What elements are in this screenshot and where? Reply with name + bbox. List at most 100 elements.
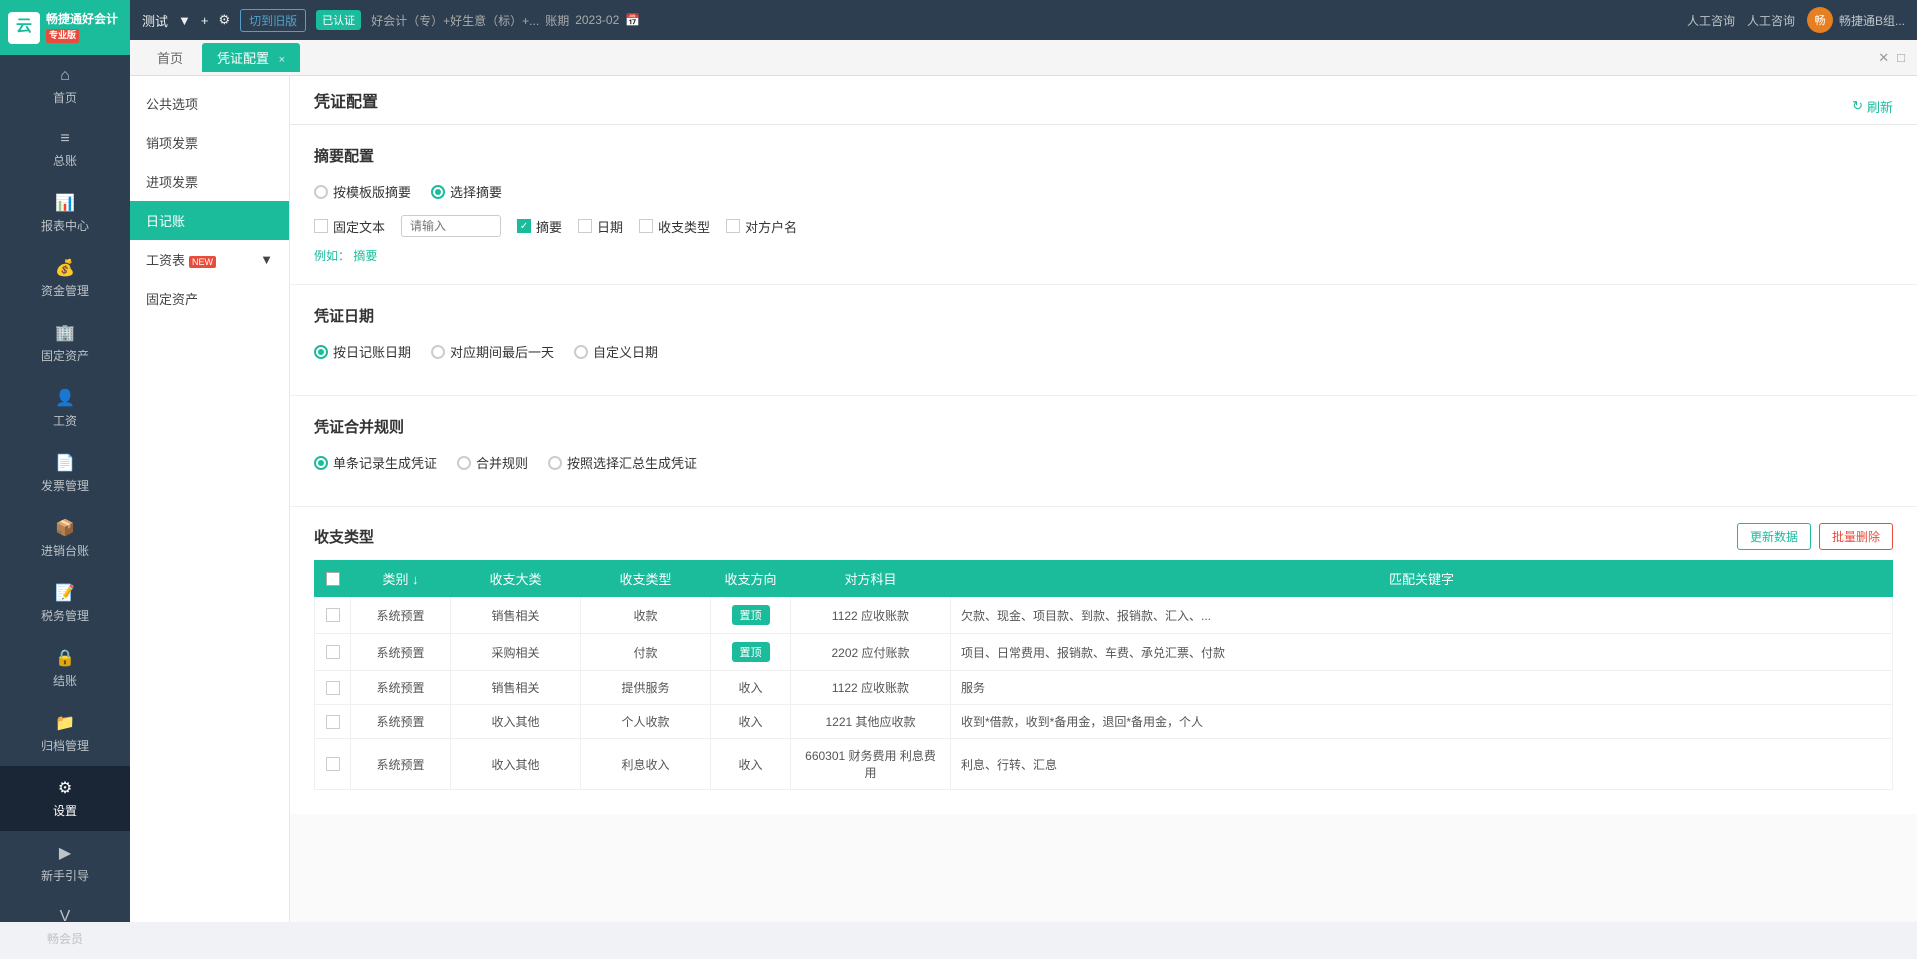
row-account-2: 1122 应收账款 <box>791 671 951 705</box>
sidebar-item-close[interactable]: 🔒 结账 <box>0 636 130 701</box>
sidebar-item-settings[interactable]: ⚙ 设置 <box>0 766 130 831</box>
calendar-icon[interactable]: 📅 <box>625 13 640 27</box>
topbar-arrow-icon[interactable]: ▼ <box>178 13 191 28</box>
topbar-plus-icon[interactable]: + <box>201 13 209 28</box>
sidebar-item-payroll[interactable]: 👤 工资 <box>0 376 130 441</box>
income-expense-section: 收支类型 更新数据 批量删除 类别 ↓ 收支大类 <box>290 507 1917 814</box>
member-icon: V <box>60 908 71 926</box>
consult-btn[interactable]: 人工咨询 <box>1687 12 1735 29</box>
th-direction: 收支方向 <box>711 561 791 597</box>
th-keywords: 匹配关键字 <box>951 561 1893 597</box>
radio-template-btn[interactable] <box>314 185 328 199</box>
radio-summary-gen-btn[interactable] <box>548 456 562 470</box>
reports-icon: 📊 <box>55 193 75 213</box>
assets-icon: 🏢 <box>55 323 75 343</box>
row-big-type-3: 收入其他 <box>451 705 581 739</box>
row-keywords-0: 欠款、现金、项目款、到款、报销款、汇入、... <box>951 597 1893 634</box>
radio-single[interactable]: 单条记录生成凭证 <box>314 453 437 472</box>
right-content: 凭证配置 ↻ 刷新 摘要配置 按模板版摘要 选择摘要 <box>290 76 1917 922</box>
sidebar-item-assets[interactable]: 🏢 固定资产 <box>0 311 130 376</box>
date-checkbox-label[interactable]: 日期 <box>578 217 623 236</box>
summary-checkbox[interactable]: ✓ <box>517 219 531 233</box>
ledger-icon: ≡ <box>60 130 69 148</box>
row-check-2[interactable] <box>315 671 351 705</box>
expand-icon: ▼ <box>260 252 273 267</box>
table-row: 系统预置 收入其他 利息收入 收入 660301 财务费用 利息费用 利息、行转… <box>315 739 1893 790</box>
left-panel-item-sales-invoice[interactable]: 销项发票 <box>130 123 289 162</box>
radio-select-btn[interactable] <box>431 185 445 199</box>
payment-type-checkbox[interactable] <box>639 219 653 233</box>
topbar-title: 测试 <box>142 11 168 30</box>
voucher-date-radio-group: 按日记账日期 对应期间最后一天 自定义日期 <box>314 342 1893 361</box>
guide-icon: ▶ <box>59 843 71 863</box>
summary-checkbox-row: 固定文本 ✓ 摘要 日期 收支类型 <box>314 215 1893 237</box>
archive-icon: 📁 <box>55 713 75 733</box>
row-detail-type-3: 个人收款 <box>581 705 711 739</box>
left-panel-item-payroll-table[interactable]: 工资表NEW ▼ <box>130 240 289 279</box>
tab-voucher-config[interactable]: 凭证配置 × <box>202 43 300 72</box>
direction-tag-0[interactable]: 置顶 <box>732 605 770 625</box>
radio-journal-date[interactable]: 按日记账日期 <box>314 342 411 361</box>
payment-type-checkbox-label[interactable]: 收支类型 <box>639 217 710 236</box>
radio-merge-btn[interactable] <box>457 456 471 470</box>
sidebar-item-purchase[interactable]: 📦 进销台账 <box>0 506 130 571</box>
tab-close-icon[interactable]: × <box>279 54 285 66</box>
update-data-btn[interactable]: 更新数据 <box>1737 523 1811 550</box>
invoice-icon: 📄 <box>55 453 75 473</box>
sidebar-item-invoice[interactable]: 📄 发票管理 <box>0 441 130 506</box>
batch-delete-btn[interactable]: 批量删除 <box>1819 523 1893 550</box>
row-check-3[interactable] <box>315 705 351 739</box>
radio-custom-date[interactable]: 自定义日期 <box>574 342 658 361</box>
row-keywords-1: 项目、日常费用、报销款、车费、承兑汇票、付款 <box>951 634 1893 671</box>
summary-checkbox-label[interactable]: ✓ 摘要 <box>517 217 562 236</box>
sidebar-item-ledger[interactable]: ≡ 总账 <box>0 118 130 181</box>
refresh-btn[interactable]: ↻ 刷新 <box>1852 97 1893 116</box>
radio-merge[interactable]: 合并规则 <box>457 453 528 472</box>
sidebar-item-reports[interactable]: 📊 报表中心 <box>0 181 130 246</box>
left-panel-item-fixed-assets[interactable]: 固定资产 <box>130 279 289 318</box>
sidebar-item-funds[interactable]: 💰 资金管理 <box>0 246 130 311</box>
fixed-text-checkbox[interactable] <box>314 219 328 233</box>
voucher-date-section: 凭证日期 按日记账日期 对应期间最后一天 自定义日期 <box>290 285 1917 396</box>
sidebar-item-guide[interactable]: ▶ 新手引导 <box>0 831 130 896</box>
window-close-icon[interactable]: ✕ <box>1878 50 1889 66</box>
switch-old-btn[interactable]: 切到旧版 <box>240 9 306 32</box>
table-row: 系统预置 销售相关 收款 置顶 1122 应收账款 欠款、现金、项目款、到款、报… <box>315 597 1893 634</box>
counterpart-checkbox[interactable] <box>726 219 740 233</box>
select-all-checkbox[interactable] <box>326 572 340 586</box>
sidebar: 云 畅捷通好会计 专业版 ⌂ 首页 ≡ 总账 📊 报表中心 💰 资金管理 🏢 固… <box>0 0 130 922</box>
sidebar-item-member[interactable]: V 畅会员 <box>0 896 130 959</box>
row-detail-type-2: 提供服务 <box>581 671 711 705</box>
sidebar-item-tax[interactable]: 📝 税务管理 <box>0 571 130 636</box>
radio-journal-date-btn[interactable] <box>314 345 328 359</box>
sidebar-item-archive[interactable]: 📁 归档管理 <box>0 701 130 766</box>
row-direction-0: 置顶 <box>711 597 791 634</box>
row-detail-type-4: 利息收入 <box>581 739 711 790</box>
radio-select[interactable]: 选择摘要 <box>431 182 502 201</box>
direction-tag-1[interactable]: 置顶 <box>732 642 770 662</box>
topbar-gear-icon[interactable]: ⚙ <box>218 12 230 28</box>
fixed-text-input[interactable] <box>401 215 501 237</box>
fixed-text-label[interactable]: 固定文本 <box>314 217 385 236</box>
row-check-0[interactable] <box>315 597 351 634</box>
radio-period-last-btn[interactable] <box>431 345 445 359</box>
th-category: 类别 ↓ <box>351 561 451 597</box>
tab-home[interactable]: 首页 <box>142 43 198 72</box>
row-keywords-4: 利息、行转、汇息 <box>951 739 1893 790</box>
radio-template[interactable]: 按模板版摘要 <box>314 182 411 201</box>
window-maximize-icon[interactable]: □ <box>1897 50 1905 65</box>
radio-custom-date-btn[interactable] <box>574 345 588 359</box>
tabbar: 首页 凭证配置 × ✕ □ <box>130 40 1917 76</box>
radio-single-btn[interactable] <box>314 456 328 470</box>
left-panel-item-public[interactable]: 公共选项 <box>130 84 289 123</box>
date-checkbox[interactable] <box>578 219 592 233</box>
th-check[interactable] <box>315 561 351 597</box>
left-panel-item-purchase-invoice[interactable]: 进项发票 <box>130 162 289 201</box>
left-panel-item-journal[interactable]: 日记账 <box>130 201 289 240</box>
row-check-1[interactable] <box>315 634 351 671</box>
sidebar-item-home[interactable]: ⌂ 首页 <box>0 55 130 118</box>
radio-period-last[interactable]: 对应期间最后一天 <box>431 342 554 361</box>
radio-summary-gen[interactable]: 按照选择汇总生成凭证 <box>548 453 697 472</box>
counterpart-checkbox-label[interactable]: 对方户名 <box>726 217 797 236</box>
row-check-4[interactable] <box>315 739 351 790</box>
